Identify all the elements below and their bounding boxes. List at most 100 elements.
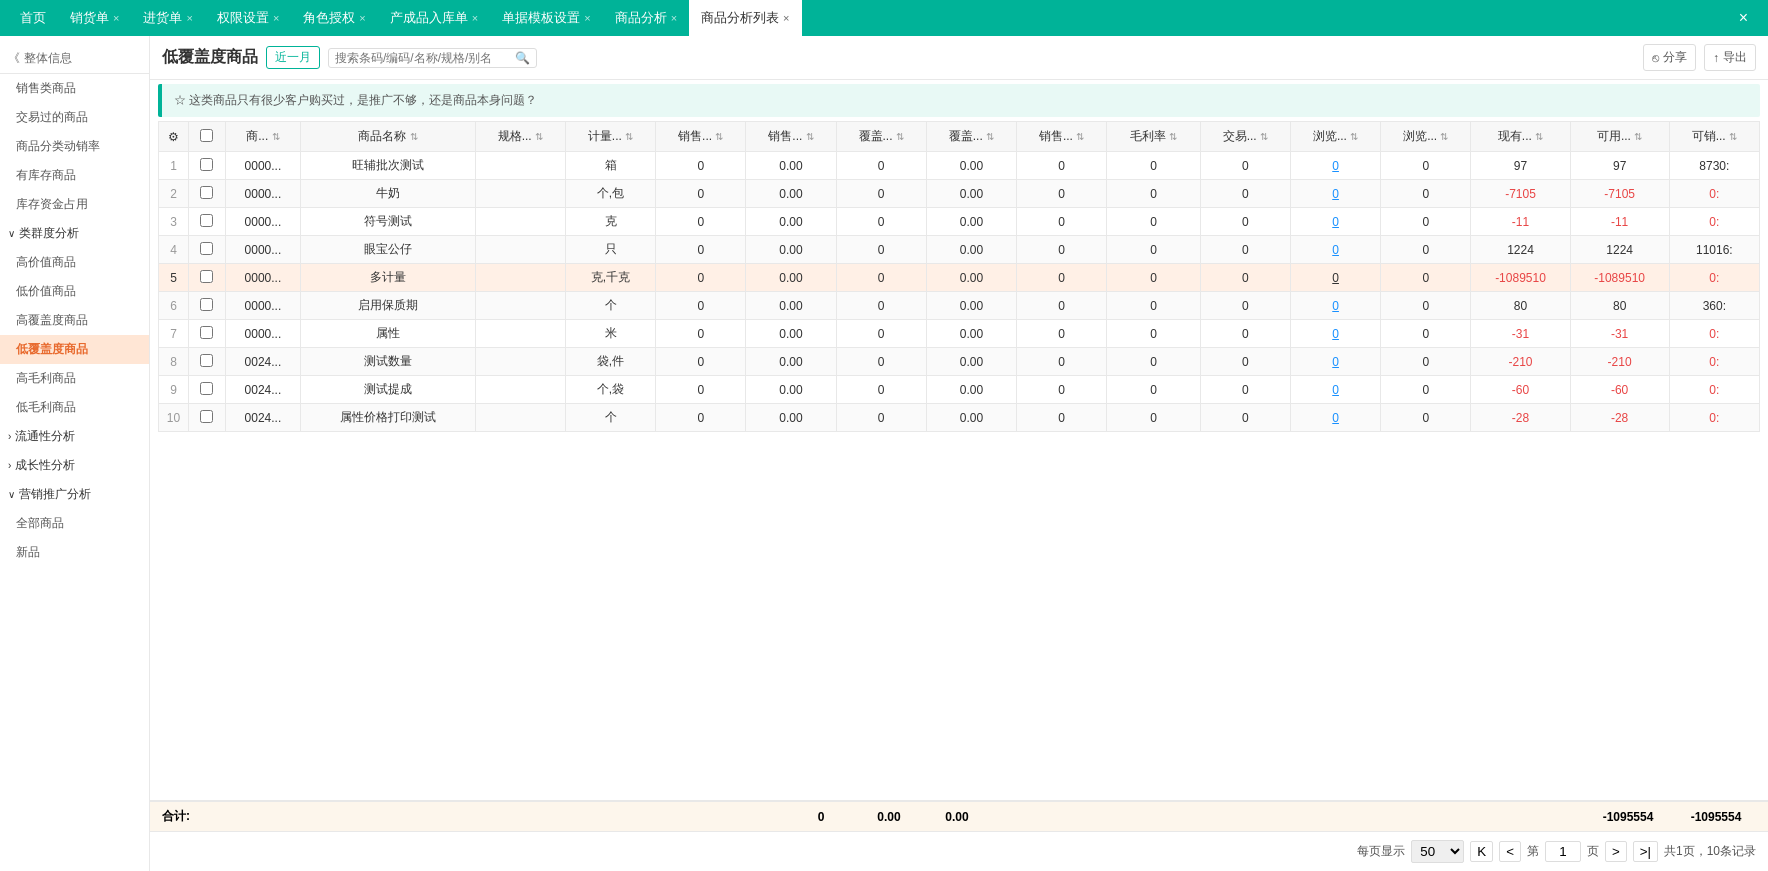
time-filter-button[interactable]: 近一月 (266, 46, 320, 69)
row-checkbox[interactable] (189, 404, 226, 432)
select-all-checkbox[interactable] (200, 129, 213, 142)
col-browse2[interactable]: 浏览... ⇅ (1381, 122, 1471, 152)
share-button[interactable]: ⎋ 分享 (1643, 44, 1696, 71)
table-row: 20000...牛奶个,包00.0000.0000000-7105-71050: (159, 180, 1760, 208)
row-checkbox[interactable] (189, 180, 226, 208)
nav-template[interactable]: 单据模板设置 × (490, 0, 602, 36)
row-number: 4 (159, 236, 189, 264)
sidebar-item-sales-goods[interactable]: 销售类商品 (0, 74, 149, 103)
col-trade[interactable]: 交易... ⇅ (1200, 122, 1290, 152)
close-icon[interactable]: × (113, 12, 119, 24)
sidebar-item-traded-goods[interactable]: 交易过的商品 (0, 103, 149, 132)
sidebar-item-low-coverage[interactable]: 低覆盖度商品 (0, 335, 149, 364)
nav-purchase[interactable]: 进货单 × (131, 0, 204, 36)
row-name: 启用保质期 (301, 292, 475, 320)
col-gross-margin[interactable]: 毛利率 ⇅ (1107, 122, 1201, 152)
first-page-button[interactable]: K (1470, 841, 1493, 862)
col-name[interactable]: 商品名称 ⇅ (301, 122, 475, 152)
col-available[interactable]: 可用... ⇅ (1570, 122, 1669, 152)
row-checkbox[interactable] (189, 152, 226, 180)
row-current: -11 (1471, 208, 1570, 236)
chevron-down-icon: ∨ (8, 228, 15, 239)
nav-home[interactable]: 首页 (8, 0, 58, 36)
row-sellable: 8730: (1669, 152, 1759, 180)
close-icon[interactable]: × (359, 12, 365, 24)
row-checkbox[interactable] (189, 320, 226, 348)
window-close-button[interactable]: × (1727, 9, 1760, 27)
row-sales-amt: 0.00 (746, 264, 836, 292)
row-checkbox[interactable] (189, 208, 226, 236)
nav-product-analysis-list[interactable]: 商品分析列表 × (689, 0, 801, 36)
close-icon[interactable]: × (584, 12, 590, 24)
sidebar-item-high-profit[interactable]: 高毛利商品 (0, 364, 149, 393)
nav-sales[interactable]: 销货单 × (58, 0, 131, 36)
col-browse1[interactable]: 浏览... ⇅ (1290, 122, 1380, 152)
row-select-checkbox[interactable] (200, 214, 213, 227)
main-layout: 《 整体信息 销售类商品 交易过的商品 商品分类动销率 有库存商品 库存资金占用… (0, 36, 1768, 871)
row-sales3: 0 (1017, 376, 1107, 404)
next-page-button[interactable]: > (1605, 841, 1627, 862)
close-icon[interactable]: × (472, 12, 478, 24)
close-icon[interactable]: × (186, 12, 192, 24)
col-cover2[interactable]: 覆盖... ⇅ (926, 122, 1016, 152)
row-select-checkbox[interactable] (200, 354, 213, 367)
sidebar-group-marketing[interactable]: ∨ 营销推广分析 (0, 480, 149, 509)
row-select-checkbox[interactable] (200, 382, 213, 395)
sidebar-group-growth[interactable]: › 成长性分析 (0, 451, 149, 480)
close-icon[interactable]: × (273, 12, 279, 24)
col-unit[interactable]: 计量... ⇅ (565, 122, 655, 152)
col-sales-qty[interactable]: 销售... ⇅ (656, 122, 746, 152)
sidebar-item-stock-capital[interactable]: 库存资金占用 (0, 190, 149, 219)
table-row: 40000...眼宝公仔只00.0000.0000000122412241101… (159, 236, 1760, 264)
sidebar-item-high-value[interactable]: 高价值商品 (0, 248, 149, 277)
export-button[interactable]: ↑ 导出 (1704, 44, 1756, 71)
search-input[interactable] (335, 51, 515, 65)
row-cover2: 0.00 (926, 292, 1016, 320)
sidebar-item-all-goods[interactable]: 全部商品 (0, 509, 149, 538)
col-code[interactable]: 商... ⇅ (225, 122, 301, 152)
sidebar-item-new-goods[interactable]: 新品 (0, 538, 149, 567)
col-sales-amt[interactable]: 销售... ⇅ (746, 122, 836, 152)
sidebar-item-high-coverage[interactable]: 高覆盖度商品 (0, 306, 149, 335)
col-settings[interactable]: ⚙ (159, 122, 189, 152)
row-sellable: 0: (1669, 348, 1759, 376)
row-browse2: 0 (1381, 264, 1471, 292)
nav-roles[interactable]: 角色授权 × (291, 0, 377, 36)
nav-product-analysis[interactable]: 商品分析 × (603, 0, 689, 36)
col-cover1[interactable]: 覆盖... ⇅ (836, 122, 926, 152)
col-sales3[interactable]: 销售... ⇅ (1017, 122, 1107, 152)
row-select-checkbox[interactable] (200, 158, 213, 171)
col-sellable[interactable]: 可销... ⇅ (1669, 122, 1759, 152)
row-browse1: 0 (1290, 376, 1380, 404)
close-icon[interactable]: × (671, 12, 677, 24)
row-select-checkbox[interactable] (200, 270, 213, 283)
per-page-select[interactable]: 50 20 100 (1411, 840, 1464, 863)
page-input[interactable] (1545, 841, 1581, 862)
row-checkbox[interactable] (189, 348, 226, 376)
row-select-checkbox[interactable] (200, 186, 213, 199)
row-current: -210 (1471, 348, 1570, 376)
sidebar-item-low-value[interactable]: 低价值商品 (0, 277, 149, 306)
close-icon[interactable]: × (783, 12, 789, 24)
sidebar-item-stock-goods[interactable]: 有库存商品 (0, 161, 149, 190)
row-select-checkbox[interactable] (200, 326, 213, 339)
last-page-button[interactable]: >| (1633, 841, 1658, 862)
row-select-checkbox[interactable] (200, 410, 213, 423)
row-sellable: 360: (1669, 292, 1759, 320)
col-current[interactable]: 现有... ⇅ (1471, 122, 1570, 152)
row-checkbox[interactable] (189, 236, 226, 264)
row-checkbox[interactable] (189, 264, 226, 292)
sidebar-group-flow[interactable]: › 流通性分析 (0, 422, 149, 451)
sidebar-item-category-rate[interactable]: 商品分类动销率 (0, 132, 149, 161)
nav-permissions[interactable]: 权限设置 × (205, 0, 291, 36)
sidebar-group-coverage[interactable]: ∨ 类群度分析 (0, 219, 149, 248)
sidebar-item-low-profit[interactable]: 低毛利商品 (0, 393, 149, 422)
prev-page-button[interactable]: < (1499, 841, 1521, 862)
col-spec[interactable]: 规格... ⇅ (475, 122, 565, 152)
row-select-checkbox[interactable] (200, 242, 213, 255)
sidebar-collapse-btn[interactable]: 《 整体信息 (0, 44, 149, 74)
nav-warehouse[interactable]: 产成品入库单 × (378, 0, 490, 36)
row-select-checkbox[interactable] (200, 298, 213, 311)
row-checkbox[interactable] (189, 292, 226, 320)
row-checkbox[interactable] (189, 376, 226, 404)
